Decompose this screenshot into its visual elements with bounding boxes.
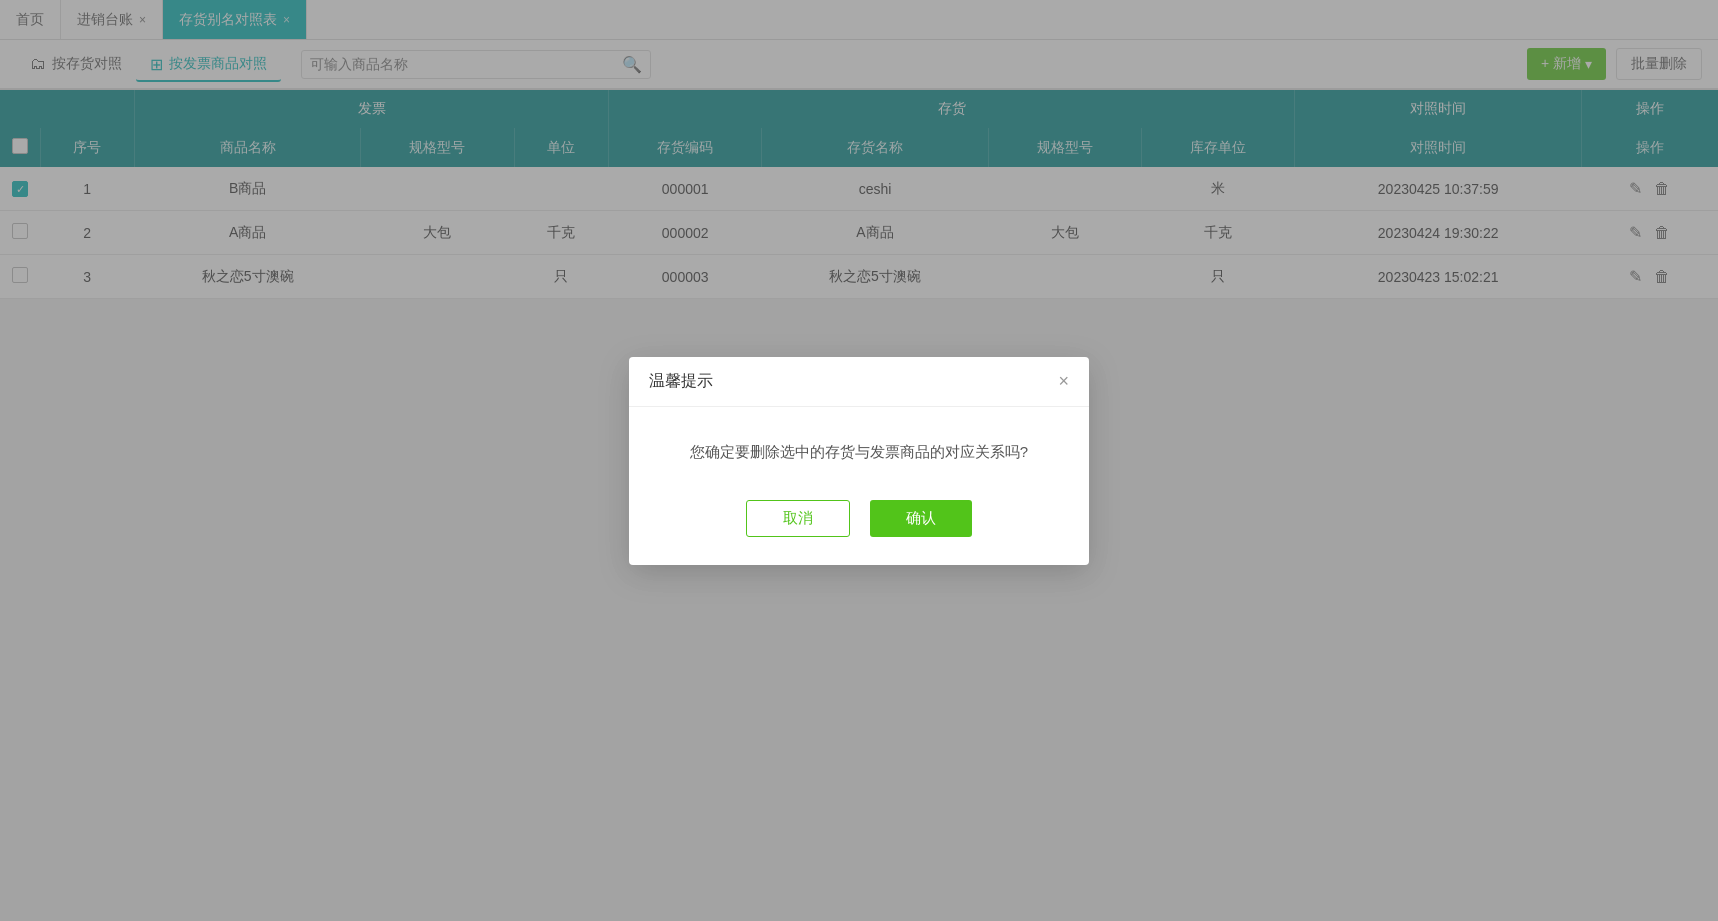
modal-overlay: 温馨提示 × 您确定要删除选中的存货与发票商品的对应关系吗? 取消 确认 [0, 0, 1718, 299]
